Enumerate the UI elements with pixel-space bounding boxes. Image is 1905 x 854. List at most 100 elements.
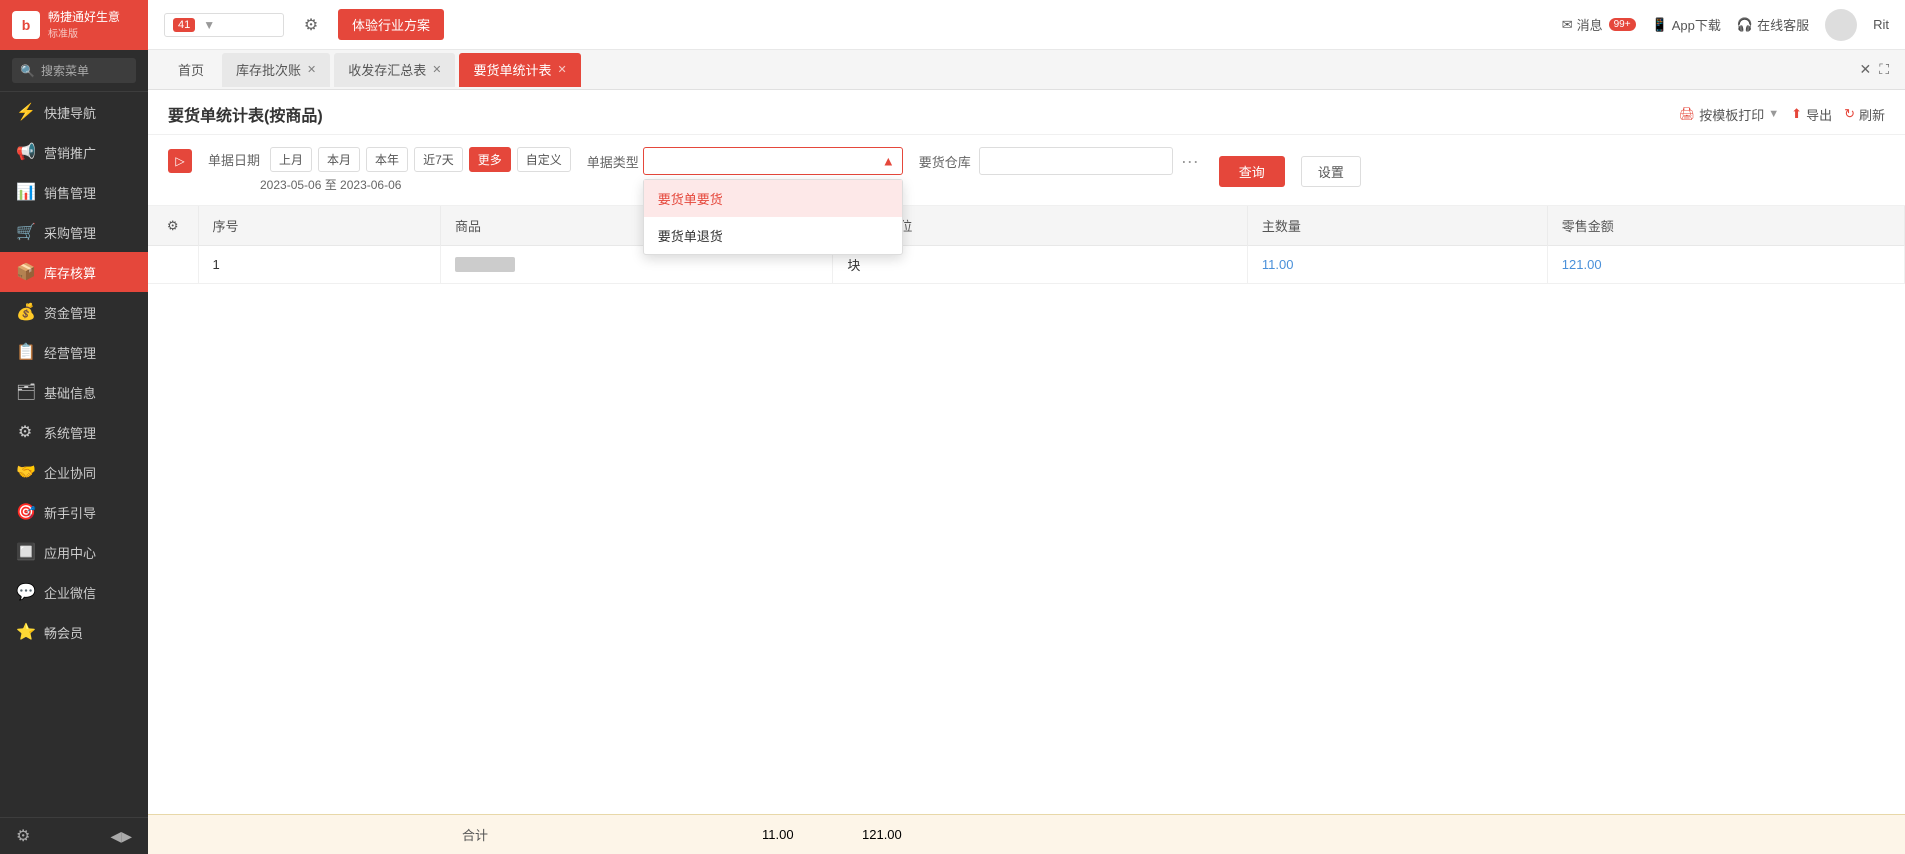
tab-batch-label: 库存批次账	[236, 60, 301, 79]
sidebar-item-label: 采购管理	[44, 223, 96, 242]
export-label: 导出	[1806, 105, 1832, 124]
tab-close-all-icon[interactable]: ✕	[1859, 61, 1871, 78]
settings-bottom-icon[interactable]: ⚙	[16, 826, 30, 846]
sidebar-item-shortcut[interactable]: ⚡ 快捷导航	[0, 92, 148, 132]
sidebar-item-operations[interactable]: 📋 经营管理	[0, 332, 148, 372]
store-selector-arrow: ▼	[203, 18, 215, 32]
data-table: ⚙ 序号 商品 主计量单位 主数量 零售金额 1	[148, 206, 1905, 284]
table-footer: 合计 11.00 121.00	[148, 814, 1905, 854]
online-service-action[interactable]: 🎧 在线客服	[1737, 15, 1809, 34]
tab-summary[interactable]: 收发存汇总表 ✕	[334, 53, 455, 87]
tab-requisition-close[interactable]: ✕	[558, 63, 567, 76]
cell-settings	[148, 246, 198, 284]
sidebar-item-enterprise[interactable]: 🤝 企业协同	[0, 452, 148, 492]
col-quantity: 主数量	[1247, 206, 1547, 246]
quantity-link[interactable]: 11.00	[1262, 257, 1294, 272]
tab-home[interactable]: 首页	[164, 53, 218, 87]
export-icon: ⬆	[1791, 106, 1802, 122]
type-filter-row: 单据类型 ▲ 要货单要货 要货单退货	[587, 147, 903, 175]
settings-button[interactable]: 设置	[1301, 156, 1361, 187]
store-selector[interactable]: 41 ▼	[164, 13, 284, 37]
dropdown-item-label: 要货单退货	[658, 229, 723, 244]
refresh-action[interactable]: ↻ 刷新	[1844, 105, 1885, 124]
logo-icon: b	[12, 11, 40, 39]
date-btn-last-month[interactable]: 上月	[270, 147, 312, 172]
expand-filter-button[interactable]: ▷	[168, 149, 192, 173]
amount-link[interactable]: 121.00	[1562, 257, 1602, 272]
tab-expand-icon[interactable]: ⛶	[1879, 61, 1889, 78]
sidebar-item-wechat[interactable]: 💬 企业微信	[0, 572, 148, 612]
warehouse-filter-label: 要货仓库	[919, 152, 971, 171]
member-icon: ⭐	[16, 622, 34, 642]
trial-button[interactable]: 体验行业方案	[338, 9, 444, 40]
sidebar-item-basic[interactable]: 🗂 基础信息	[0, 372, 148, 412]
table-head: ⚙ 序号 商品 主计量单位 主数量 零售金额	[148, 206, 1905, 246]
type-filter-label: 单据类型	[587, 152, 639, 171]
purchase-icon: 🛒	[16, 222, 34, 242]
col-settings[interactable]: ⚙	[148, 206, 198, 246]
sidebar-item-label: 基础信息	[44, 383, 96, 402]
date-btn-last-7days[interactable]: 近7天	[414, 147, 463, 172]
phone-icon: 📱	[1652, 17, 1668, 33]
dropdown-item-label: 要货单要货	[658, 192, 723, 207]
brand-sub: 标准版	[48, 25, 120, 40]
date-btn-more[interactable]: 更多	[469, 147, 511, 172]
sidebar-item-member[interactable]: ⭐ 畅会员	[0, 612, 148, 652]
tab-batch[interactable]: 库存批次账 ✕	[222, 53, 330, 87]
sidebar-item-label: 经营管理	[44, 343, 96, 362]
export-action[interactable]: ⬆ 导出	[1791, 105, 1832, 124]
topbar-settings-icon[interactable]: ⚙	[296, 10, 326, 40]
table-header-row: ⚙ 序号 商品 主计量单位 主数量 零售金额	[148, 206, 1905, 246]
sidebar-item-finance[interactable]: 💰 资金管理	[0, 292, 148, 332]
warehouse-input[interactable]	[979, 147, 1173, 175]
sidebar-item-guide[interactable]: 🎯 新手引导	[0, 492, 148, 532]
inventory-icon: 📦	[16, 262, 34, 282]
footer-quantity: 11.00	[762, 827, 842, 842]
date-btn-custom[interactable]: 自定义	[517, 147, 571, 172]
footer-amount: 121.00	[862, 827, 942, 842]
sidebar-item-label: 企业微信	[44, 583, 96, 602]
headset-icon: 🎧	[1737, 17, 1753, 33]
sidebar-item-marketing[interactable]: 📢 营销推广	[0, 132, 148, 172]
print-action[interactable]: 🖨 按模板打印 ▼	[1679, 105, 1779, 124]
user-avatar[interactable]	[1825, 9, 1857, 41]
tab-batch-close[interactable]: ✕	[307, 63, 316, 76]
date-filter-group: 单据日期 上月 本月 本年 近7天 更多 自定义 2023-05-06 至 20…	[208, 147, 571, 193]
type-select[interactable]	[643, 147, 903, 175]
tabs-bar: 首页 库存批次账 ✕ 收发存汇总表 ✕ 要货单统计表 ✕ ✕ ⛶	[148, 50, 1905, 90]
sidebar-item-purchase[interactable]: 🛒 采购管理	[0, 212, 148, 252]
wechat-icon: 💬	[16, 582, 34, 602]
refresh-icon: ↻	[1844, 106, 1855, 122]
search-label: 搜索菜单	[41, 62, 89, 79]
tab-summary-close[interactable]: ✕	[432, 63, 441, 76]
app-download-action[interactable]: 📱 App下载	[1652, 15, 1721, 34]
query-button[interactable]: 查询	[1219, 156, 1285, 187]
date-filter-label: 单据日期	[208, 150, 260, 169]
dropdown-item-requisition-return[interactable]: 要货单退货	[644, 217, 902, 254]
message-action[interactable]: ✉ 消息 99+	[1562, 15, 1636, 34]
warehouse-more-button[interactable]: ···	[1177, 151, 1203, 172]
sidebar-item-system[interactable]: ⚙ 系统管理	[0, 412, 148, 452]
content-area: 要货单统计表(按商品) 🖨 按模板打印 ▼ ⬆ 导出 ↻ 刷新 ▷	[148, 90, 1905, 854]
dropdown-item-requisition-order[interactable]: 要货单要货	[644, 180, 902, 217]
print-label: 按模板打印	[1699, 105, 1764, 124]
date-btn-this-year[interactable]: 本年	[366, 147, 408, 172]
page-header: 要货单统计表(按商品) 🖨 按模板打印 ▼ ⬆ 导出 ↻ 刷新	[148, 90, 1905, 135]
tabs-right: ✕ ⛶	[1859, 61, 1889, 78]
message-label: 消息	[1577, 15, 1603, 34]
topbar: 41 ▼ ⚙ 体验行业方案 ✉ 消息 99+ 📱 App下载 🎧 在线客服 Ri…	[148, 0, 1905, 50]
sidebar-toggle-icon[interactable]: ◀▶	[110, 828, 132, 845]
sidebar-item-sales[interactable]: 📊 销售管理	[0, 172, 148, 212]
sidebar-item-label: 系统管理	[44, 423, 96, 442]
sidebar-item-inventory[interactable]: 📦 库存核算	[0, 252, 148, 292]
tab-requisition-label: 要货单统计表	[473, 60, 551, 79]
sidebar-search[interactable]: 🔍 搜索菜单	[0, 50, 148, 92]
tab-requisition[interactable]: 要货单统计表 ✕	[459, 53, 580, 87]
cell-no: 1	[198, 246, 441, 284]
sidebar-item-label: 新手引导	[44, 503, 96, 522]
sidebar-nav: ⚡ 快捷导航 📢 营销推广 📊 销售管理 🛒 采购管理 📦 库存核算 💰 资金管…	[0, 92, 148, 817]
sidebar-item-appstore[interactable]: 🔲 应用中心	[0, 532, 148, 572]
tab-home-label: 首页	[178, 60, 204, 79]
sidebar-item-label: 营销推广	[44, 143, 96, 162]
date-btn-this-month[interactable]: 本月	[318, 147, 360, 172]
